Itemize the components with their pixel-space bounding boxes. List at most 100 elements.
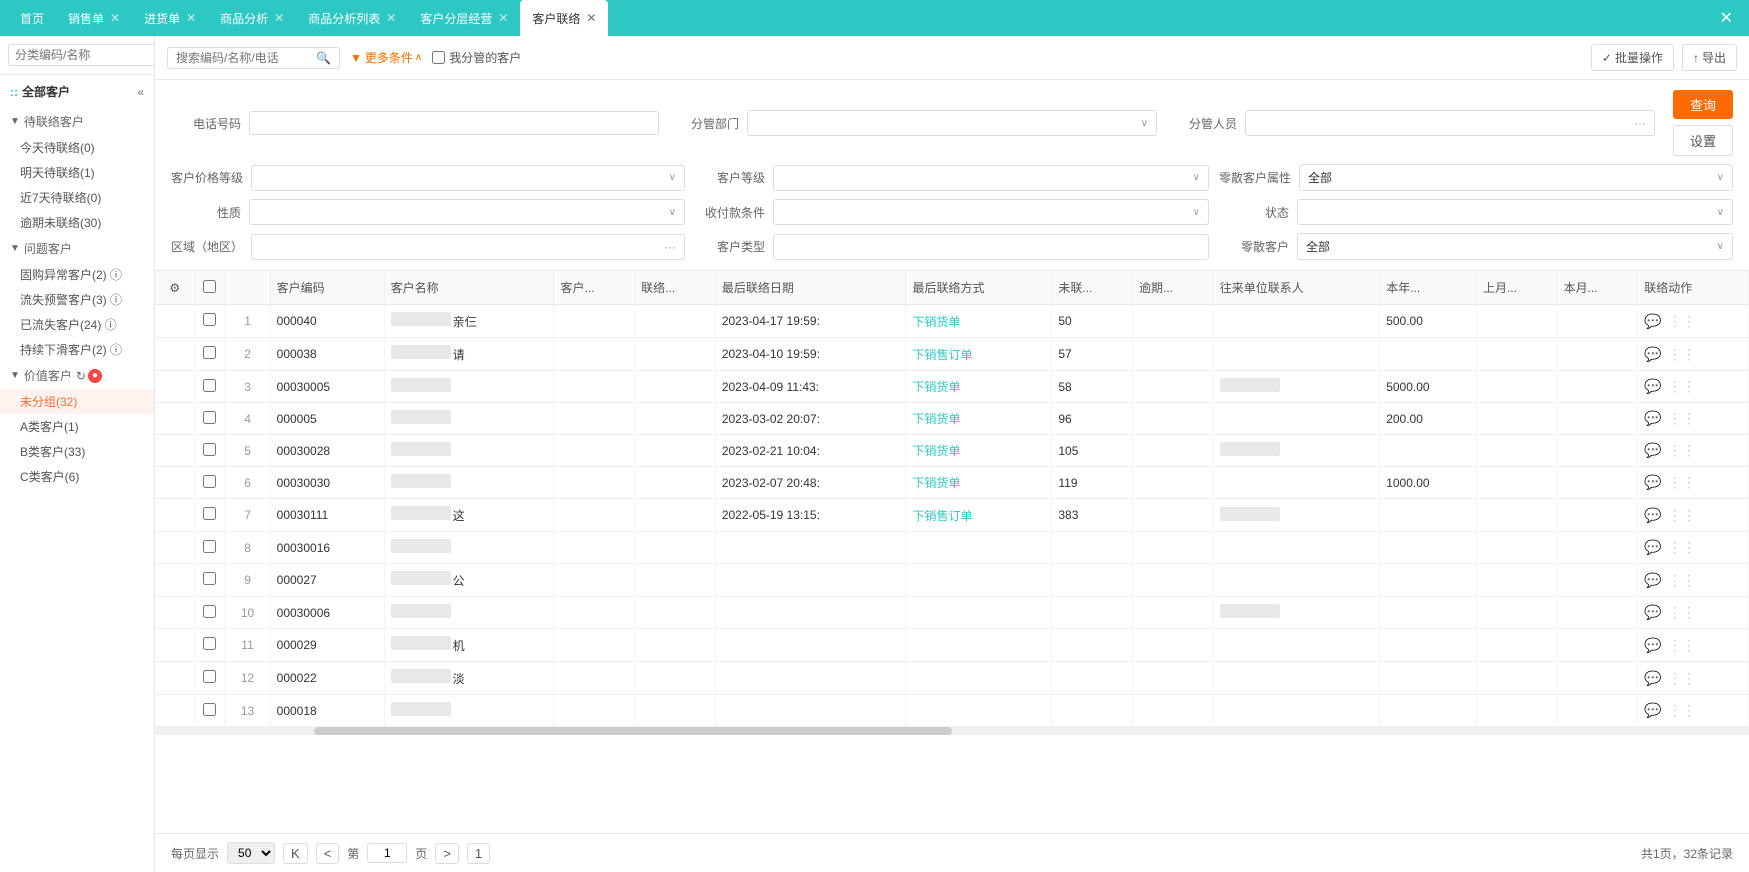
sidebar-item-overdue[interactable]: 逾期未联络(30) — [0, 210, 154, 235]
chat-icon[interactable]: 💬 — [1644, 572, 1661, 589]
per-page-select[interactable]: 50 — [227, 842, 275, 864]
more-icon[interactable]: ⋮⋮ — [1668, 702, 1696, 719]
tab-customer-tier-close[interactable]: ✕ — [498, 11, 508, 25]
sidebar-item-today[interactable]: 今天待联络(0) — [0, 135, 154, 160]
chat-icon[interactable]: 💬 — [1644, 507, 1661, 524]
more-icon[interactable]: ⋮⋮ — [1668, 507, 1696, 524]
prev-page-button[interactable]: < — [316, 843, 340, 864]
first-page-button[interactable]: K — [283, 843, 308, 864]
sidebar-item-abnormal[interactable]: 固购异常客户(2) ⓘ — [0, 262, 154, 287]
more-icon[interactable]: ⋮⋮ — [1668, 442, 1696, 459]
page-number-input[interactable] — [367, 843, 407, 863]
status-select[interactable]: ∨ — [1297, 199, 1733, 225]
more-icon[interactable]: ⋮⋮ — [1668, 539, 1696, 556]
td-checkbox[interactable] — [195, 467, 225, 499]
td-checkbox[interactable] — [195, 532, 225, 564]
sidebar-item-7days[interactable]: 近7天待联络(0) — [0, 185, 154, 210]
row-checkbox[interactable] — [203, 411, 216, 424]
chat-icon[interactable]: 💬 — [1644, 474, 1661, 491]
more-icon[interactable]: ⋮⋮ — [1668, 637, 1696, 654]
manager-more-icon[interactable]: ··· — [1634, 116, 1646, 130]
th-overdue[interactable]: 逾期... — [1133, 271, 1214, 305]
sidebar-item-lost[interactable]: 已流失客户(24) ⓘ — [0, 312, 154, 337]
th-last-date[interactable]: 最后联络日期 — [715, 271, 906, 305]
phone-input[interactable] — [249, 111, 659, 135]
value-refresh-icon[interactable]: ↻ — [76, 369, 86, 383]
tab-customer-contact-close[interactable]: ✕ — [586, 11, 596, 25]
td-checkbox[interactable] — [195, 338, 225, 371]
customer-level-select[interactable]: ∨ — [773, 165, 1209, 191]
td-checkbox[interactable] — [195, 403, 225, 435]
last-method-link[interactable]: 下销货单 — [912, 444, 960, 458]
row-checkbox[interactable] — [203, 670, 216, 683]
last-method-link[interactable]: 下销售订单 — [912, 348, 972, 362]
tab-analysis-list[interactable]: 商品分析列表 ✕ — [296, 0, 408, 36]
payment-select[interactable]: ∨ — [773, 199, 1209, 225]
td-checkbox[interactable] — [195, 435, 225, 467]
filter-my-customers[interactable]: 我分管的客户 — [432, 49, 521, 66]
gender-select[interactable]: ∨ — [249, 199, 685, 225]
tab-purchase[interactable]: 进货单 ✕ — [132, 0, 208, 36]
more-icon[interactable]: ⋮⋮ — [1668, 604, 1696, 621]
th-settings[interactable]: ⚙ — [155, 271, 195, 305]
export-button[interactable]: ↑ 导出 — [1682, 44, 1737, 71]
sidebar-search-input[interactable] — [8, 44, 155, 66]
reset-button[interactable]: 设置 — [1673, 125, 1733, 156]
td-checkbox[interactable] — [195, 695, 225, 727]
tab-sales[interactable]: 销售单 ✕ — [56, 0, 132, 36]
retail-attr-select[interactable]: 全部 ∨ — [1299, 164, 1733, 191]
row-checkbox[interactable] — [203, 637, 216, 650]
chat-icon[interactable]: 💬 — [1644, 539, 1661, 556]
th-last-month[interactable]: 上月... — [1476, 271, 1557, 305]
sidebar-item-tomorrow[interactable]: 明天待联络(1) — [0, 160, 154, 185]
tab-purchase-close[interactable]: ✕ — [186, 11, 196, 25]
last-method-link[interactable]: 下销货单 — [912, 412, 960, 426]
th-contact[interactable]: 联络... — [635, 271, 716, 305]
th-this-year[interactable]: 本年... — [1380, 271, 1477, 305]
chat-icon[interactable]: 💬 — [1644, 670, 1661, 687]
chat-icon[interactable]: 💬 — [1644, 604, 1661, 621]
scrollbar-thumb[interactable] — [314, 727, 952, 735]
more-icon[interactable]: ⋮⋮ — [1668, 378, 1696, 395]
sidebar-group-problem[interactable]: ▼ 问题客户 — [0, 235, 154, 262]
td-checkbox[interactable] — [195, 629, 225, 662]
sidebar-item-c-class[interactable]: C类客户(6) — [0, 464, 154, 489]
more-icon[interactable]: ⋮⋮ — [1668, 346, 1696, 363]
collapse-icon[interactable]: « — [137, 85, 144, 99]
row-checkbox[interactable] — [203, 346, 216, 359]
sidebar-item-b-class[interactable]: B类客户(33) — [0, 439, 154, 464]
price-level-select[interactable]: ∨ — [251, 165, 685, 191]
chat-icon[interactable]: 💬 — [1644, 313, 1661, 330]
horizontal-scrollbar[interactable] — [155, 727, 1749, 735]
row-checkbox[interactable] — [203, 540, 216, 553]
query-button[interactable]: 查询 — [1673, 90, 1733, 119]
batch-operations-button[interactable]: ✓ 批量操作 — [1591, 44, 1674, 71]
filter-search-icon[interactable]: 🔍 — [316, 51, 331, 65]
row-checkbox[interactable] — [203, 475, 216, 488]
tab-customer-contact[interactable]: 客户联络 ✕ — [520, 0, 608, 36]
last-method-link[interactable]: 下销货单 — [912, 380, 960, 394]
th-no-contact[interactable]: 未联... — [1052, 271, 1133, 305]
filter-more-conditions[interactable]: ▼ 更多条件 ∧ — [350, 49, 422, 66]
th-code[interactable]: 客户编码 — [270, 271, 384, 305]
chat-icon[interactable]: 💬 — [1644, 702, 1661, 719]
filter-search-input[interactable] — [176, 51, 316, 65]
region-more-icon[interactable]: ··· — [664, 240, 676, 254]
th-this-month[interactable]: 本月... — [1557, 271, 1638, 305]
more-icon[interactable]: ⋮⋮ — [1668, 474, 1696, 491]
last-method-link[interactable]: 下销货单 — [912, 315, 960, 329]
td-checkbox[interactable] — [195, 564, 225, 597]
tab-home[interactable]: 首页 — [8, 0, 56, 36]
sidebar-item-ungroup[interactable]: 未分组(32) — [0, 389, 154, 414]
td-checkbox[interactable] — [195, 371, 225, 403]
sidebar-all-customers[interactable]: :: 全部客户 « — [0, 75, 154, 108]
chat-icon[interactable]: 💬 — [1644, 378, 1661, 395]
chat-icon[interactable]: 💬 — [1644, 442, 1661, 459]
my-customers-checkbox[interactable] — [432, 51, 445, 64]
customer-type-select[interactable] — [773, 234, 1209, 260]
more-icon[interactable]: ⋮⋮ — [1668, 410, 1696, 427]
retail-customer-select[interactable]: 全部 ∨ — [1297, 233, 1733, 260]
sidebar-item-a-class[interactable]: A类客户(1) — [0, 414, 154, 439]
td-checkbox[interactable] — [195, 662, 225, 695]
dept-select[interactable]: ∨ — [747, 110, 1157, 136]
